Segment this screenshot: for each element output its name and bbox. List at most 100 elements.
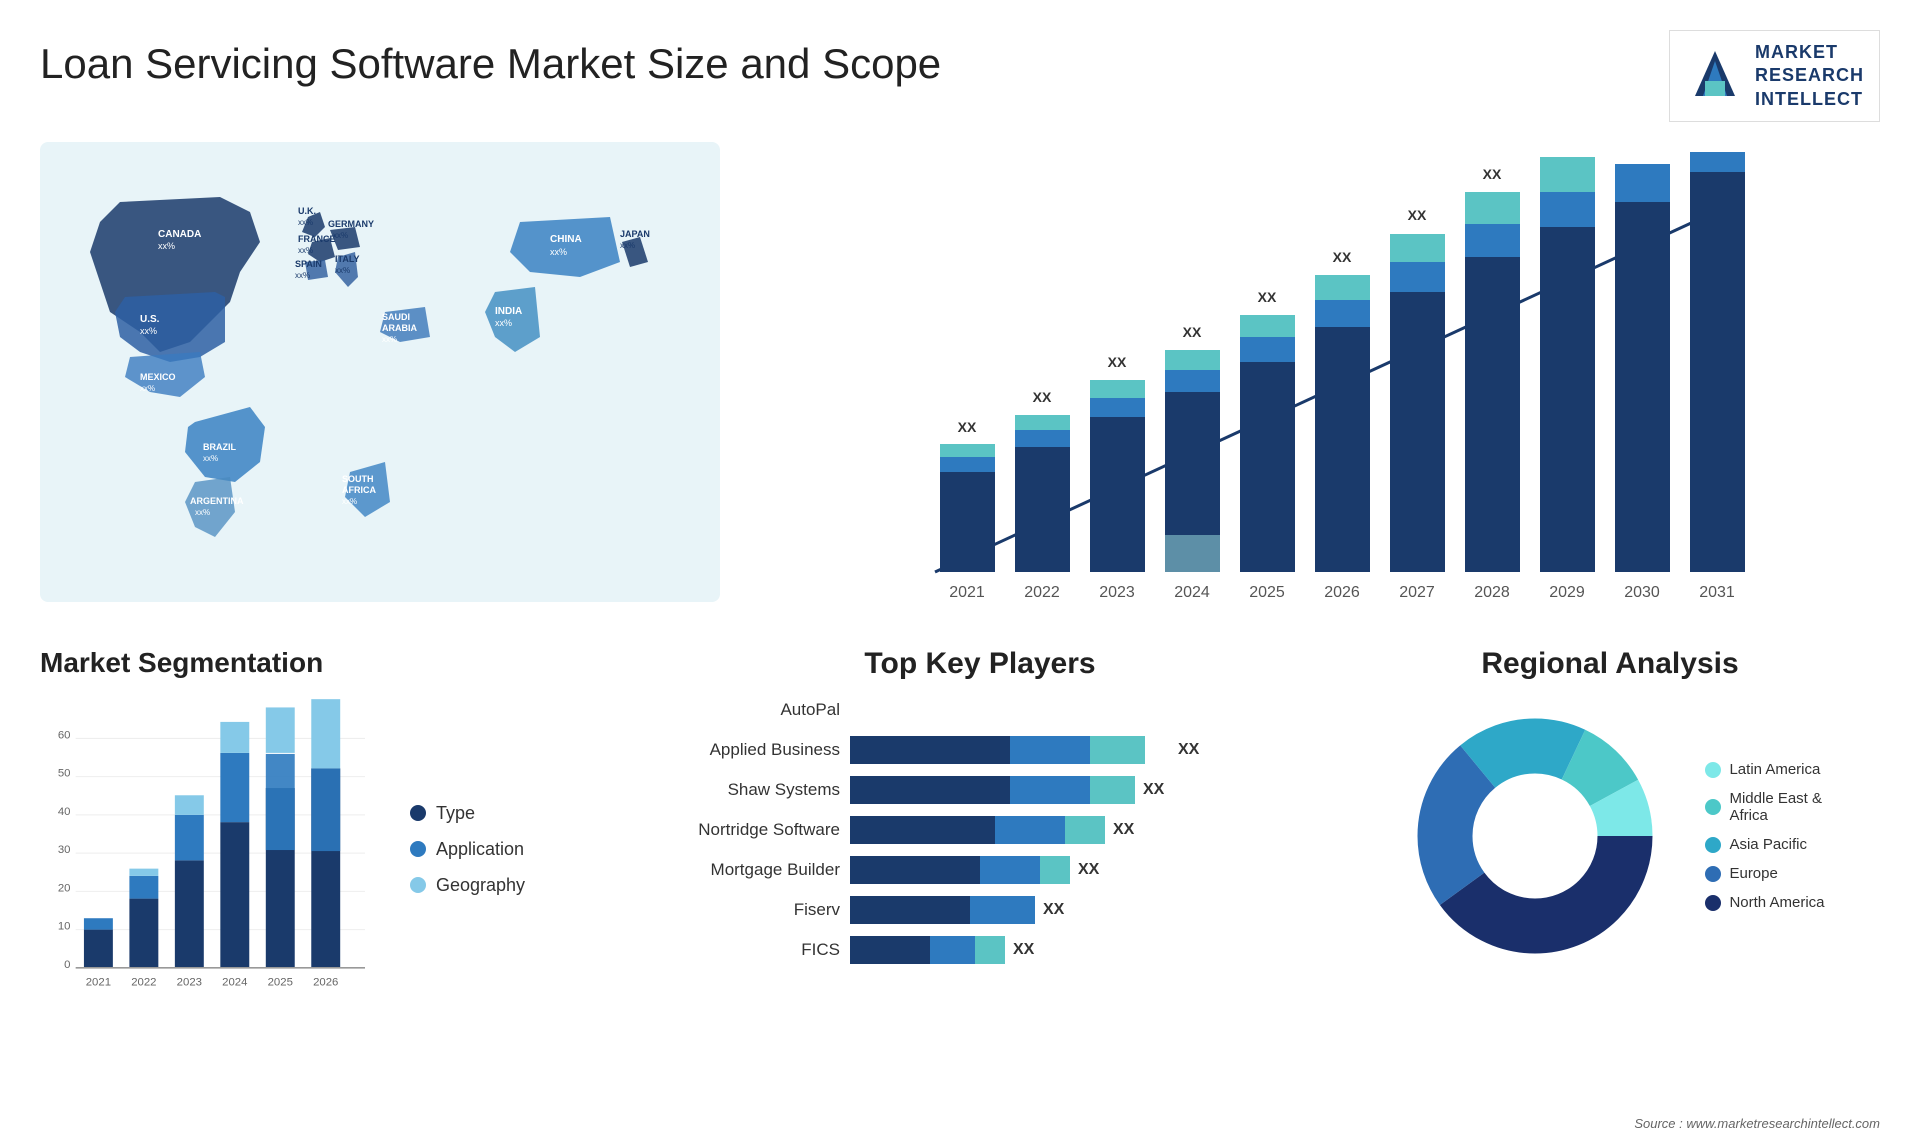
svg-text:BRAZIL: BRAZIL <box>203 442 236 452</box>
svg-text:2021: 2021 <box>949 584 985 601</box>
svg-text:2031: 2031 <box>1699 584 1735 601</box>
legend-type: Type <box>410 803 525 824</box>
player-bar: XX <box>850 856 1300 884</box>
player-bar: XX <box>850 816 1300 844</box>
legend-type-color <box>410 805 426 821</box>
svg-text:xx%: xx% <box>140 326 157 336</box>
svg-text:40: 40 <box>58 806 71 818</box>
player-xx-label: XX <box>1013 941 1034 959</box>
world-map: CANADA xx% U.S. xx% MEXICO xx% BRAZIL xx… <box>40 142 720 602</box>
logo-icon <box>1685 46 1745 106</box>
header: Loan Servicing Software Market Size and … <box>40 30 1880 122</box>
svg-text:2024: 2024 <box>1174 584 1210 601</box>
player-xx-label: XX <box>1178 741 1199 759</box>
svg-text:xx%: xx% <box>195 508 210 517</box>
svg-text:XX: XX <box>1483 166 1502 182</box>
legend-app-color <box>410 841 426 857</box>
svg-text:xx%: xx% <box>333 231 348 240</box>
svg-text:ITALY: ITALY <box>335 254 360 264</box>
player-mortgage: Mortgage Builder XX <box>660 856 1300 884</box>
svg-text:xx%: xx% <box>298 246 313 255</box>
svg-text:2025: 2025 <box>1249 584 1285 601</box>
legend-europe: Europe <box>1705 865 1824 882</box>
svg-text:2021: 2021 <box>86 977 111 989</box>
segmentation-section: Market Segmentation 0 10 20 30 40 50 60 <box>40 647 620 1067</box>
legend-application: Application <box>410 839 525 860</box>
logo-text: MARKET RESEARCH INTELLECT <box>1755 41 1864 111</box>
regional-section: Regional Analysis <box>1340 647 1880 1067</box>
player-bar-container <box>850 696 1300 724</box>
player-nortridge: Nortridge Software XX <box>660 816 1300 844</box>
legend-na-color <box>1705 895 1721 911</box>
growth-chart-section: XX XX XX XX <box>750 142 1880 632</box>
svg-text:U.S.: U.S. <box>140 314 160 325</box>
player-fiserv: Fiserv XX <box>660 896 1300 924</box>
svg-text:2024: 2024 <box>222 977 247 989</box>
legend-latin-label: Latin America <box>1729 761 1820 778</box>
svg-text:60: 60 <box>58 730 71 742</box>
svg-text:50: 50 <box>58 768 71 780</box>
legend-type-label: Type <box>436 803 475 824</box>
player-name: FICS <box>660 940 840 960</box>
svg-text:20: 20 <box>58 883 71 895</box>
svg-text:INDIA: INDIA <box>495 306 522 317</box>
players-section: Top Key Players AutoPal Applied Business <box>640 647 1320 1067</box>
player-name: Shaw Systems <box>660 780 840 800</box>
svg-text:SAUDI: SAUDI <box>382 312 410 322</box>
svg-text:2028: 2028 <box>1474 584 1510 601</box>
svg-text:SPAIN: SPAIN <box>295 259 322 269</box>
svg-text:xx%: xx% <box>342 497 357 506</box>
player-xx-label: XX <box>1143 781 1164 799</box>
svg-text:XX: XX <box>1033 389 1052 405</box>
svg-text:XX: XX <box>1408 207 1427 223</box>
donut-chart <box>1395 696 1675 976</box>
svg-text:XX: XX <box>958 419 977 435</box>
svg-text:xx%: xx% <box>382 335 397 344</box>
svg-text:2022: 2022 <box>1024 584 1060 601</box>
svg-text:XX: XX <box>1333 249 1352 265</box>
svg-text:ARGENTINA: ARGENTINA <box>190 496 244 506</box>
svg-text:2022: 2022 <box>131 977 156 989</box>
svg-text:CANADA: CANADA <box>158 229 201 240</box>
player-name: Applied Business <box>660 740 840 760</box>
legend-na: North America <box>1705 894 1824 911</box>
svg-text:2029: 2029 <box>1549 584 1585 601</box>
player-fics: FICS XX <box>660 936 1300 964</box>
segmentation-title: Market Segmentation <box>40 647 620 679</box>
svg-text:U.K.: U.K. <box>298 206 316 216</box>
legend-apac-color <box>1705 837 1721 853</box>
player-name: AutoPal <box>660 700 840 720</box>
svg-text:2025: 2025 <box>268 977 293 989</box>
svg-text:CHINA: CHINA <box>550 234 582 245</box>
legend-geo-label: Geography <box>436 875 525 896</box>
svg-text:2030: 2030 <box>1624 584 1660 601</box>
svg-text:xx%: xx% <box>295 271 310 280</box>
svg-text:xx%: xx% <box>495 318 512 328</box>
regional-title: Regional Analysis <box>1340 647 1880 681</box>
player-applied: Applied Business XX <box>660 736 1300 764</box>
svg-text:xx%: xx% <box>550 247 567 257</box>
legend-app-label: Application <box>436 839 524 860</box>
player-xx-label: XX <box>1043 901 1064 919</box>
legend-mea-color <box>1705 799 1721 815</box>
svg-text:2023: 2023 <box>1099 584 1135 601</box>
svg-text:MEXICO: MEXICO <box>140 372 176 382</box>
player-name: Fiserv <box>660 900 840 920</box>
svg-text:xx%: xx% <box>140 384 155 393</box>
svg-text:SOUTH: SOUTH <box>342 474 374 484</box>
svg-text:2023: 2023 <box>177 977 202 989</box>
logo-area: MARKET RESEARCH INTELLECT <box>1669 30 1880 122</box>
svg-text:xx%: xx% <box>335 266 350 275</box>
legend-geography: Geography <box>410 875 525 896</box>
legend-apac-label: Asia Pacific <box>1729 836 1807 853</box>
svg-text:0: 0 <box>64 959 70 971</box>
svg-text:xx%: xx% <box>620 241 635 250</box>
legend-apac: Asia Pacific <box>1705 836 1824 853</box>
players-title: Top Key Players <box>660 647 1300 681</box>
player-shaw: Shaw Systems XX <box>660 776 1300 804</box>
source-text: Source : www.marketresearchintellect.com <box>1634 1116 1880 1131</box>
legend-geo-color <box>410 877 426 893</box>
svg-text:2026: 2026 <box>1324 584 1360 601</box>
map-svg: CANADA xx% U.S. xx% MEXICO xx% BRAZIL xx… <box>40 142 720 602</box>
svg-text:GERMANY: GERMANY <box>328 219 374 229</box>
